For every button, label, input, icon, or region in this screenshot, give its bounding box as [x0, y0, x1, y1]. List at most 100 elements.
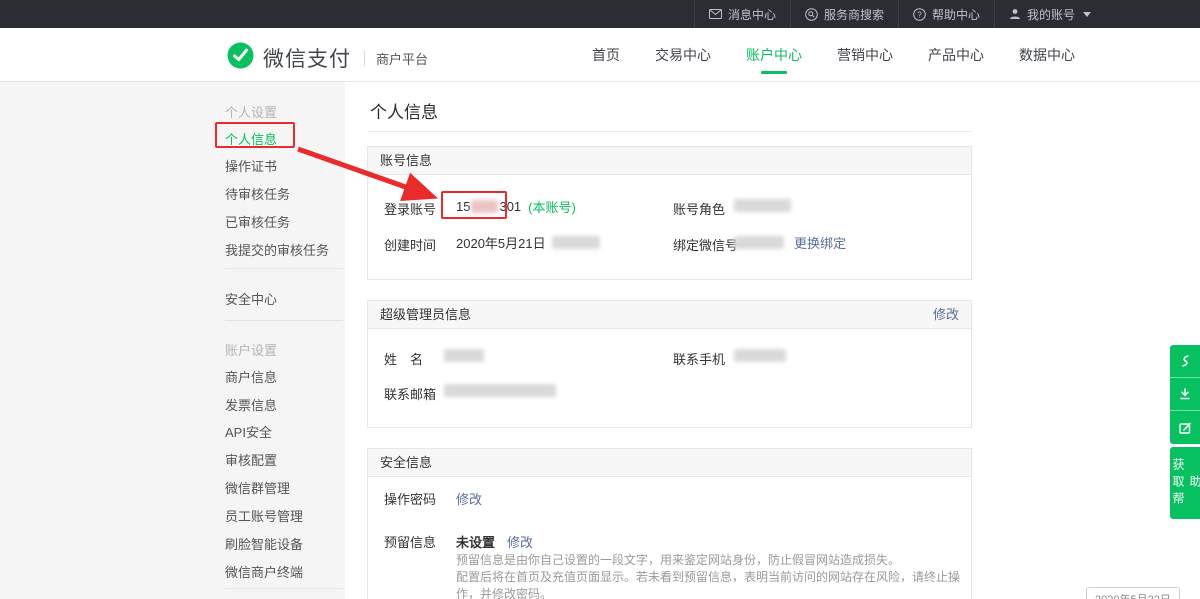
edit-reserved-link[interactable]: 修改	[507, 532, 533, 551]
divider	[225, 588, 343, 589]
feedback-button[interactable]	[1170, 411, 1200, 444]
topbar-menu: 消息中心 服务商搜索 ? 帮助中心 我的账号	[694, 0, 1105, 28]
divider	[367, 131, 972, 132]
header: 微信支付 商户平台 首页 交易中心 账户中心 营销中心 产品中心 数据中心	[0, 28, 1200, 82]
topbar-service-search[interactable]: 服务商搜索	[790, 0, 898, 28]
link-button[interactable]	[1170, 345, 1200, 378]
current-account-tag: (本账号)	[528, 197, 576, 216]
sidebar-item-staff-account-mgmt[interactable]: 员工账号管理	[225, 506, 303, 525]
user-icon	[1009, 8, 1021, 20]
wechat-pay-logo-icon	[227, 42, 254, 74]
sidebar-item-my-submitted-tasks[interactable]: 我提交的审核任务	[225, 240, 329, 259]
reserved-info-value: 未设置 修改	[456, 532, 533, 551]
section-title: 安全信息	[368, 449, 971, 477]
nav-home[interactable]: 首页	[590, 27, 622, 83]
bound-wechat-value: 更换绑定	[734, 233, 846, 252]
redacted-value	[734, 349, 786, 362]
account-info-section: 账号信息 登录账号 15 301 (本账号) 账号角色 创建时间 2020年5月…	[367, 146, 972, 280]
main-nav: 首页 交易中心 账户中心 营销中心 产品中心 数据中心	[590, 28, 1077, 82]
sidebar-item-wechat-group-mgmt[interactable]: 微信群管理	[225, 478, 290, 497]
super-admin-section: 超级管理员信息 修改 姓 名 联系手机 联系邮箱	[367, 300, 972, 428]
contact-phone-value	[734, 349, 786, 362]
redacted-value	[734, 199, 791, 212]
sidebar-item-operation-certificate[interactable]: 操作证书	[225, 156, 277, 175]
reserved-info-label: 预留信息	[384, 532, 436, 551]
page-title: 个人信息	[370, 98, 438, 123]
logo[interactable]: 微信支付 商户平台	[227, 42, 428, 74]
redacted-value	[471, 200, 498, 213]
sidebar-item-review-config[interactable]: 审核配置	[225, 450, 277, 469]
nav-account-center[interactable]: 账户中心	[744, 27, 804, 83]
section-title-text: 超级管理员信息	[380, 307, 471, 322]
sidebar: 个人设置 个人信息 操作证书 待审核任务 已审核任务 我提交的审核任务 安全中心…	[0, 82, 345, 599]
nav-marketing-center[interactable]: 营销中心	[835, 27, 895, 83]
main-content: 个人信息 账号信息 登录账号 15 301 (本账号) 账号角色 创建时间 20…	[345, 82, 1200, 599]
nav-data-center[interactable]: 数据中心	[1017, 27, 1077, 83]
reserved-status: 未设置	[456, 532, 495, 551]
download-button[interactable]	[1170, 378, 1200, 411]
topbar: 消息中心 服务商搜索 ? 帮助中心 我的账号	[0, 0, 1200, 28]
download-icon	[1178, 387, 1192, 401]
sidebar-item-api-security[interactable]: API安全	[225, 422, 272, 441]
redacted-value	[552, 236, 600, 249]
topbar-message-center[interactable]: 消息中心	[694, 0, 790, 28]
topbar-item-label: 服务商搜索	[824, 6, 884, 23]
login-prefix: 15	[456, 199, 470, 214]
nav-product-center[interactable]: 产品中心	[926, 27, 986, 83]
svg-text:?: ?	[917, 10, 922, 19]
divider	[225, 268, 343, 269]
section-title: 账号信息	[368, 147, 971, 175]
sidebar-item-security-center[interactable]: 安全中心	[225, 289, 277, 308]
sidebar-header-personal: 个人设置	[225, 102, 277, 121]
change-binding-link[interactable]: 更换绑定	[794, 233, 846, 252]
edit-password-link[interactable]: 修改	[456, 489, 482, 508]
divider	[225, 320, 343, 321]
envelope-icon	[709, 9, 722, 19]
name-value	[444, 349, 484, 362]
topbar-my-account[interactable]: 我的账号	[994, 0, 1105, 28]
search-icon	[805, 8, 818, 21]
created-date: 2020年5月21日	[456, 233, 546, 252]
operation-password-value: 修改	[456, 489, 482, 508]
topbar-item-label: 我的账号	[1027, 6, 1075, 23]
divider	[364, 50, 365, 66]
link-icon	[1178, 354, 1192, 368]
description-line: 配置后将在首页及充值页面显示。若未看到预留信息，表明当前访问的网站存在风险，请终…	[456, 569, 971, 599]
operation-password-label: 操作密码	[384, 489, 436, 508]
sidebar-item-invoice-info[interactable]: 发票信息	[225, 395, 277, 414]
redacted-value	[444, 349, 484, 362]
sidebar-item-reviewed-tasks[interactable]: 已审核任务	[225, 212, 290, 231]
contact-email-label: 联系邮箱	[384, 384, 436, 403]
reserved-info-description: 预留信息是由你自己设置的一段文字，用来鉴定网站身份，防止假冒网站造成损失。 配置…	[456, 552, 971, 599]
created-time-value: 2020年5月21日	[456, 233, 600, 252]
section-title: 超级管理员信息 修改	[368, 301, 971, 329]
sidebar-item-wechat-terminal[interactable]: 微信商户终端	[225, 562, 303, 581]
topbar-item-label: 消息中心	[728, 6, 776, 23]
contact-email-value	[444, 384, 556, 397]
sidebar-item-face-device[interactable]: 刷脸智能设备	[225, 534, 303, 553]
contact-phone-label: 联系手机	[673, 349, 725, 368]
account-role-label: 账号角色	[673, 199, 725, 218]
login-account-value: 15 301 (本账号)	[456, 197, 576, 216]
login-suffix: 301	[499, 199, 521, 214]
redacted-value	[444, 384, 556, 397]
edit-admin-link[interactable]: 修改	[933, 301, 959, 328]
question-icon: ?	[913, 8, 926, 21]
portal-title: 商户平台	[376, 49, 428, 68]
security-info-section: 安全信息 操作密码 修改 预留信息 未设置 修改 预留信息是由你自己设置的一段文…	[367, 448, 972, 599]
login-account-label: 登录账号	[384, 199, 436, 218]
bound-wechat-label: 绑定微信号	[673, 235, 738, 254]
chevron-down-icon	[1083, 12, 1091, 17]
brand-title: 微信支付	[263, 43, 351, 73]
topbar-item-label: 帮助中心	[932, 6, 980, 23]
sidebar-item-personal-info[interactable]: 个人信息	[225, 129, 277, 148]
redacted-value	[734, 236, 784, 249]
nav-transaction-center[interactable]: 交易中心	[653, 27, 713, 83]
edit-icon	[1178, 421, 1192, 435]
topbar-help-center[interactable]: ? 帮助中心	[898, 0, 994, 28]
description-line: 预留信息是由你自己设置的一段文字，用来鉴定网站身份，防止假冒网站造成损失。	[456, 552, 971, 569]
get-help-button[interactable]: 获取帮助	[1170, 447, 1200, 519]
floating-help-bar: 获取帮助	[1170, 345, 1200, 519]
sidebar-item-pending-review-tasks[interactable]: 待审核任务	[225, 184, 290, 203]
sidebar-item-merchant-info[interactable]: 商户信息	[225, 367, 277, 386]
